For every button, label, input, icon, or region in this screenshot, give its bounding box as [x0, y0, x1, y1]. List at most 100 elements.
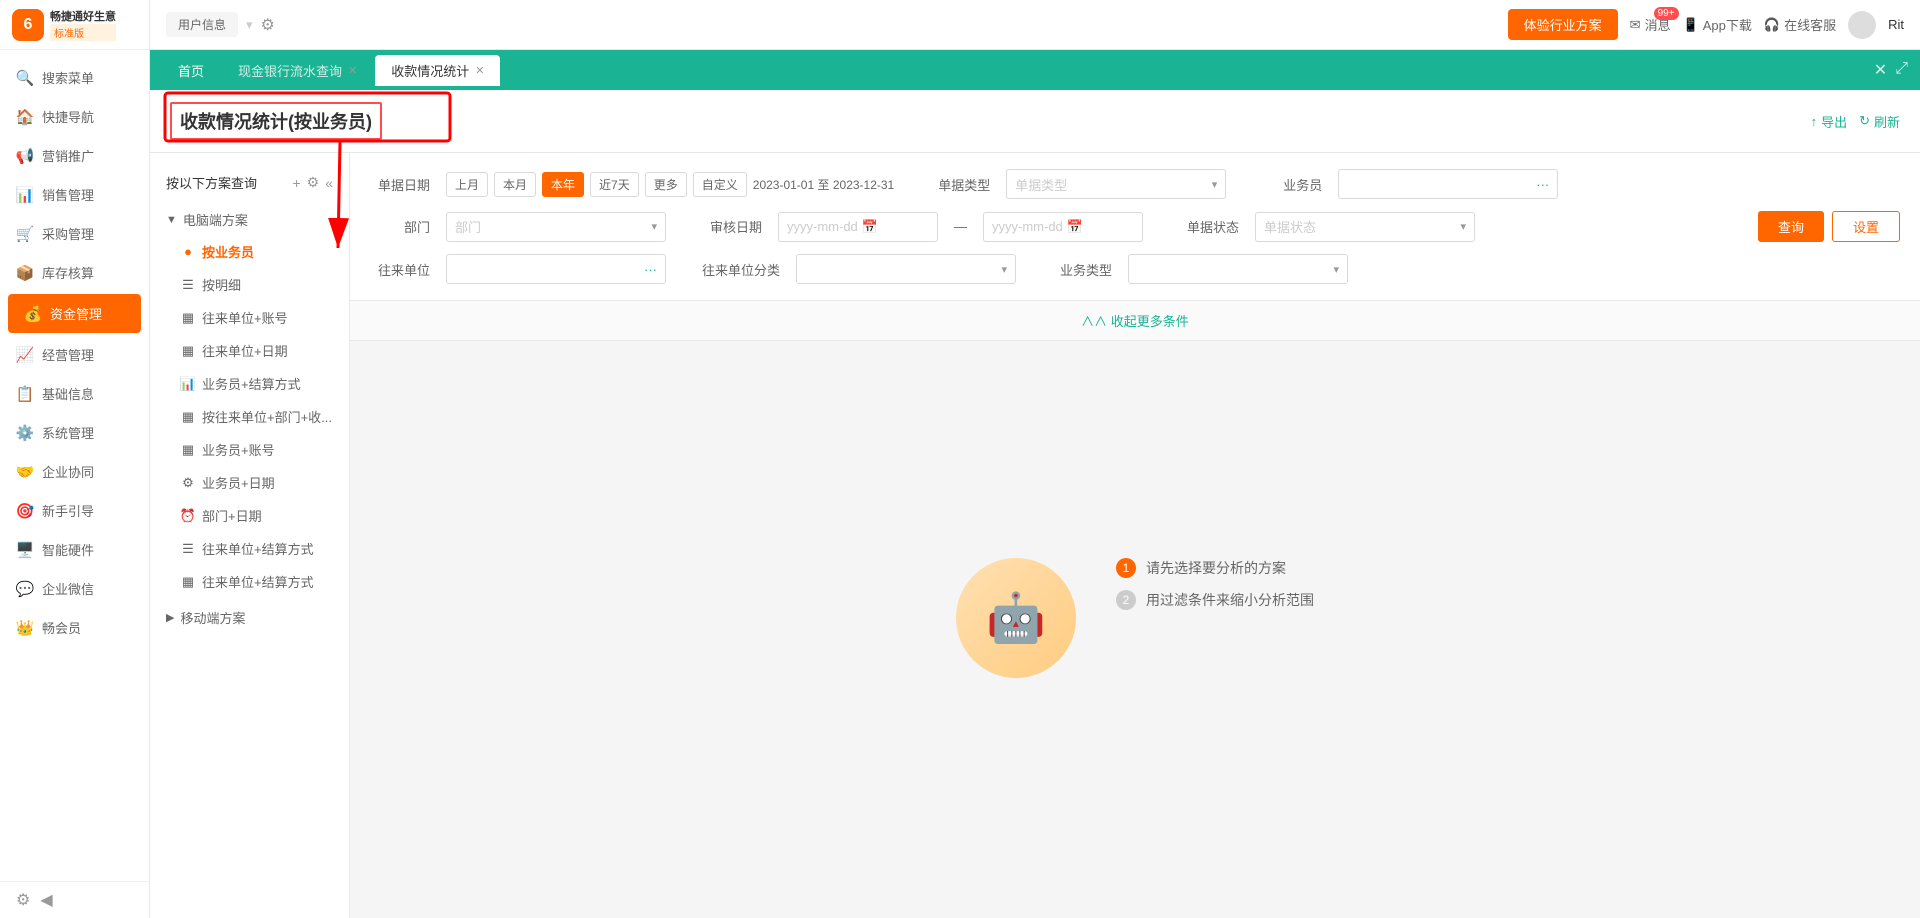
sidebar-item-guide[interactable]: 🎯 新手引导 [0, 491, 149, 530]
sidebar-item-smarthw[interactable]: 🖥️ 智能硬件 [0, 530, 149, 569]
sidebar-item-search[interactable]: 🔍 搜索菜单 [0, 58, 149, 97]
sidebar-item-purchase[interactable]: 🛒 采购管理 [0, 214, 149, 253]
dept-label: 部门 [370, 217, 430, 236]
operation-icon: 📈 [16, 346, 34, 364]
empty-step-2: 2 用过滤条件来缩小分析范围 [1116, 590, 1314, 610]
scheme-item-salesperson-date[interactable]: ⚙ 业务员+日期 [150, 466, 349, 499]
doc-type-select[interactable]: 单据类型 ▾ [1006, 169, 1226, 199]
doc-type-arrow: ▾ [1212, 178, 1218, 191]
filter-buttons: 查询 设置 [1758, 211, 1900, 242]
business-type-select[interactable]: ▾ [1128, 254, 1348, 284]
enterprise-icon: 🤝 [16, 463, 34, 481]
date-range-display: 2023-01-01 至 2023-12-31 [753, 176, 894, 193]
scheme-collapse-icon[interactable]: « [325, 175, 333, 191]
finance-icon: 💰 [24, 305, 42, 323]
demo-btn[interactable]: 体验行业方案 [1508, 9, 1618, 40]
sidebar-item-finance[interactable]: 💰 资金管理 [8, 294, 141, 333]
refresh-icon: ↻ [1859, 113, 1870, 129]
date-btn-this-month[interactable]: 本月 [494, 172, 536, 197]
message-icon: ✉ [1630, 17, 1641, 33]
date-btn-this-year[interactable]: 本年 [542, 172, 584, 197]
scheme-item-salesperson-settlement[interactable]: 📊 业务员+结算方式 [150, 367, 349, 400]
review-date-start-icon[interactable]: 📅 [862, 219, 878, 235]
scheme-item-partner-dept-receipt[interactable]: ▦ 按往来单位+部门+收... [150, 400, 349, 433]
tab-close-receipt-stats[interactable]: ✕ [475, 64, 484, 77]
query-btn[interactable]: 查询 [1758, 211, 1824, 242]
tab-close-bank-flow[interactable]: ✕ [348, 64, 357, 77]
tab-bank-flow[interactable]: 现金银行流水查询 ✕ [222, 55, 373, 86]
partner-settlement1-icon: ☰ [180, 541, 196, 557]
sidebar-item-marketing[interactable]: 📢 营销推广 [0, 136, 149, 175]
scheme-item-by-salesperson[interactable]: ● 按业务员 [150, 235, 349, 268]
add-scheme-icon[interactable]: + [292, 175, 300, 191]
scheme-item-by-detail[interactable]: ☰ 按明细 [150, 268, 349, 301]
detail-icon: ☰ [180, 277, 196, 293]
tab-maximize-icon[interactable]: ⤢ [1895, 60, 1908, 80]
salesperson-select[interactable]: ··· [1338, 169, 1558, 199]
topbar-app-download[interactable]: 📱 App下载 [1683, 15, 1752, 34]
sidebar-item-enterprise[interactable]: 🤝 企业协同 [0, 452, 149, 491]
tab-receipt-stats[interactable]: 收款情况统计 ✕ [375, 55, 500, 86]
review-date-start[interactable]: yyyy-mm-dd 📅 [778, 212, 938, 242]
scheme-item-dept-date[interactable]: ⏰ 部门+日期 [150, 499, 349, 532]
tab-home[interactable]: 首页 [162, 55, 220, 86]
salesperson-more-icon[interactable]: ··· [1536, 177, 1549, 192]
sidebar-item-member[interactable]: 👑 畅会员 [0, 608, 149, 647]
sidebar-item-wechat[interactable]: 💬 企业微信 [0, 569, 149, 608]
member-icon: 👑 [16, 619, 34, 637]
sidebar-item-quicknav[interactable]: 🏠 快捷导航 [0, 97, 149, 136]
purchase-icon: 🛒 [16, 225, 34, 243]
main-content: 用户信息 ▾ ⚙ 体验行业方案 ✉ 消息 99+ 📱 App下载 🎧 在线客服 … [150, 0, 1920, 918]
partner-account-icon: ▦ [180, 310, 196, 326]
mobile-section-title[interactable]: ▶ 移动端方案 [150, 602, 349, 633]
date-btn-last-7days[interactable]: 近7天 [590, 172, 639, 197]
topbar-message[interactable]: ✉ 消息 99+ [1630, 15, 1671, 34]
filter-area: 单据日期 上月 本月 本年 近7天 更多 自定义 2023-01-01 至 [350, 153, 1920, 301]
scheme-settings-icon[interactable]: ⚙ [307, 174, 320, 191]
date-btn-more[interactable]: 更多 [645, 172, 687, 197]
tab-close-all-icon[interactable]: ✕ [1874, 60, 1887, 80]
topbar-settings-icon[interactable]: ⚙ [261, 15, 275, 35]
review-date-end-icon[interactable]: 📅 [1067, 219, 1083, 235]
topbar-avatar[interactable] [1848, 11, 1876, 39]
scheme-item-partner-settlement1[interactable]: ☰ 往来单位+结算方式 [150, 532, 349, 565]
scheme-item-partner-account[interactable]: ▦ 往来单位+账号 [150, 301, 349, 334]
left-panel-header: 按以下方案查询 + ⚙ « [150, 165, 349, 200]
guide-icon: 🎯 [16, 502, 34, 520]
active-scheme-icon: ● [180, 244, 196, 260]
sidebar-item-operation[interactable]: 📈 经营管理 [0, 335, 149, 374]
dept-date-icon: ⏰ [180, 508, 196, 524]
partner-select[interactable]: ··· [446, 254, 666, 284]
scheme-item-partner-settlement2[interactable]: ▦ 往来单位+结算方式 [150, 565, 349, 598]
sidebar-item-basic[interactable]: 📋 基础信息 [0, 374, 149, 413]
export-btn[interactable]: ↑ 导出 [1811, 112, 1848, 131]
robot-icon: 🤖 [986, 589, 1046, 646]
sidebar-item-sales[interactable]: 📊 销售管理 [0, 175, 149, 214]
sidebar-item-inventory[interactable]: 📦 库存核算 [0, 253, 149, 292]
dept-select[interactable]: 部门 ▾ [446, 212, 666, 242]
partner-category-select[interactable]: ▾ [796, 254, 1016, 284]
mobile-section: ▶ 移动端方案 [150, 602, 349, 633]
topbar-user: 用户信息 [166, 12, 238, 37]
inventory-icon: 📦 [16, 264, 34, 282]
partner-more-icon[interactable]: ··· [644, 262, 657, 277]
collapse-icon: ∧∧ [1081, 314, 1111, 329]
footer-collapse-icon[interactable]: ◀ [40, 890, 52, 910]
sidebar-item-system[interactable]: ⚙️ 系统管理 [0, 413, 149, 452]
date-btn-last-month[interactable]: 上月 [446, 172, 488, 197]
home-icon: 🏠 [16, 108, 34, 126]
date-btn-custom[interactable]: 自定义 [693, 172, 747, 197]
sidebar-footer: ⚙ ◀ [0, 881, 149, 918]
edition-badge: 标准版 [50, 24, 116, 41]
footer-settings-icon[interactable]: ⚙ [16, 890, 30, 910]
doc-status-select[interactable]: 单据状态 ▾ [1255, 212, 1475, 242]
scheme-item-salesperson-account[interactable]: ▦ 业务员+账号 [150, 433, 349, 466]
settings-btn[interactable]: 设置 [1832, 211, 1900, 242]
review-date-end[interactable]: yyyy-mm-dd 📅 [983, 212, 1143, 242]
scheme-item-partner-date[interactable]: ▦ 往来单位+日期 [150, 334, 349, 367]
salesperson-account-icon: ▦ [180, 442, 196, 458]
desktop-section-title[interactable]: ▼ 电脑端方案 [150, 204, 349, 235]
topbar-service[interactable]: 🎧 在线客服 [1764, 15, 1836, 34]
collapse-bar[interactable]: ∧∧ 收起更多条件 [350, 301, 1920, 341]
refresh-btn[interactable]: ↻ 刷新 [1859, 112, 1900, 131]
